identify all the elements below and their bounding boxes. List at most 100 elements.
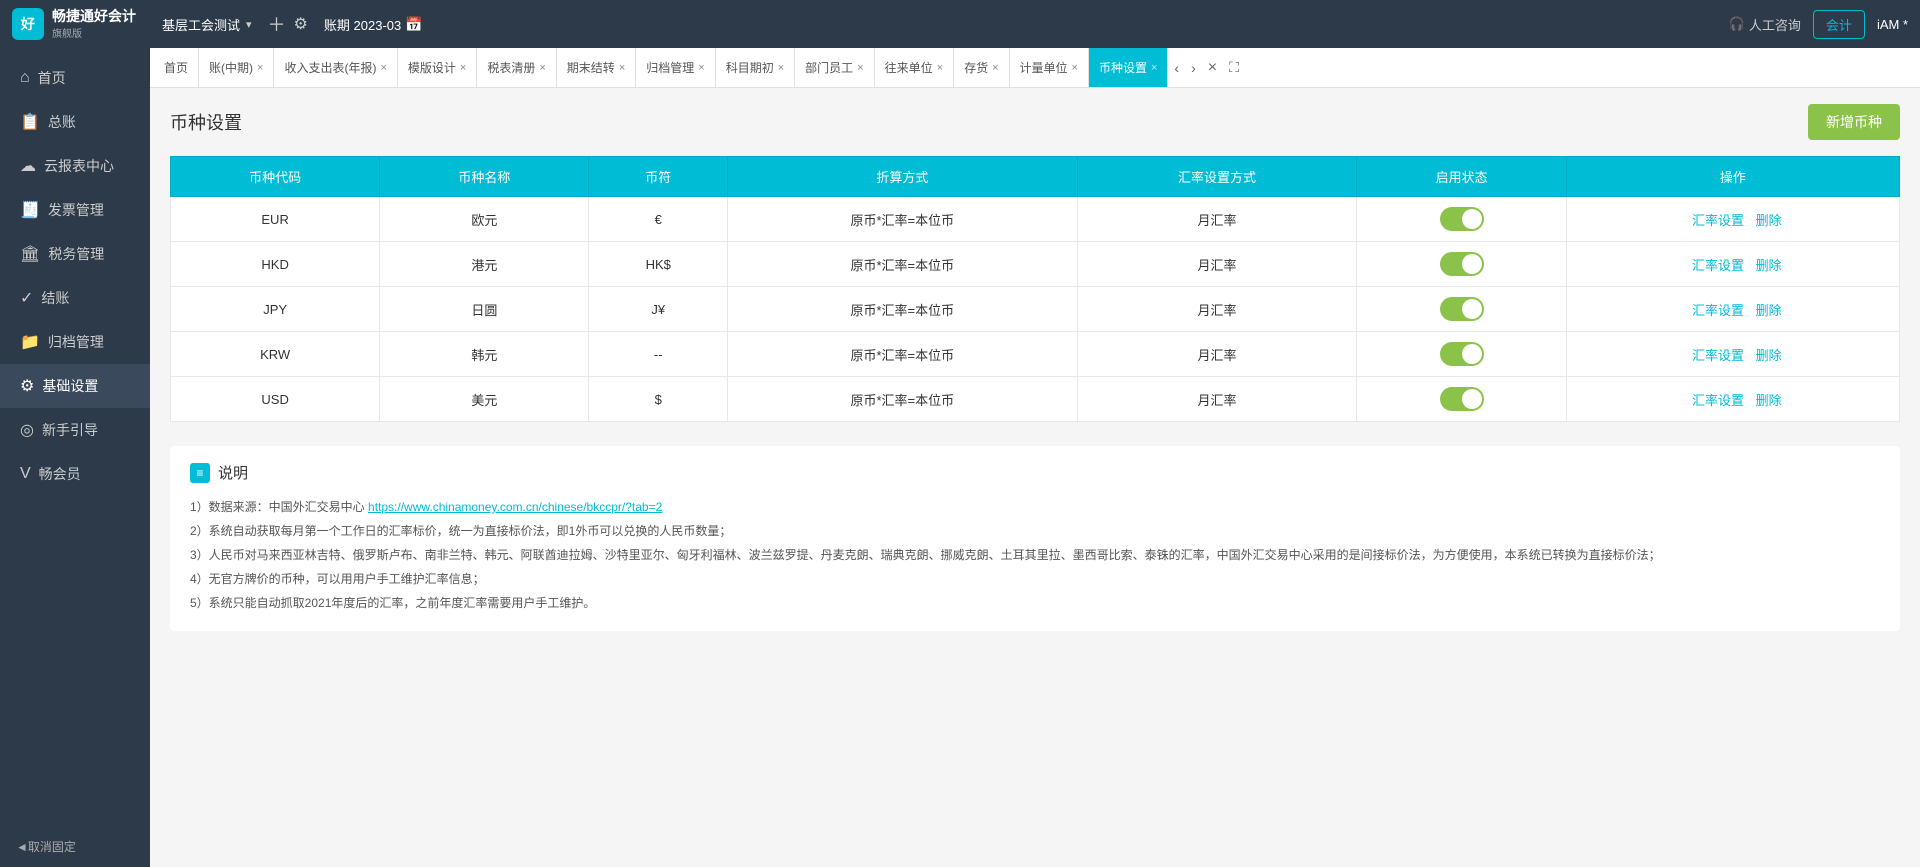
tab-currency[interactable]: 币种设置 ×	[1089, 48, 1168, 87]
tab-dept-close[interactable]: ×	[857, 62, 863, 74]
tab-taxclear-close[interactable]: ×	[539, 62, 545, 74]
toggle-switch-KRW[interactable]	[1440, 342, 1484, 366]
main-layout: ⌂ 首页 📋 总账 ☁ 云报表中心 🧾 发票管理 🏛 税务管理 ✓ 结账 📁 归…	[0, 48, 1920, 867]
cell-rate-type: 月汇率	[1077, 377, 1357, 422]
tab-archive[interactable]: 归档管理 ×	[636, 48, 715, 87]
tab-taxclear-label: 税表清册	[487, 59, 535, 76]
member-icon: V	[20, 465, 31, 483]
cell-name: 港元	[380, 242, 589, 287]
tab-customers-close[interactable]: ×	[937, 62, 943, 74]
tab-next-btn[interactable]: ›	[1185, 48, 1202, 87]
chinamoney-link[interactable]: https://www.chinamoney.com.cn/chinese/bk…	[368, 500, 662, 514]
sidebar-item-member[interactable]: V 畅会员	[0, 452, 150, 496]
tab-expand-btn[interactable]: ⛶	[1223, 48, 1245, 87]
cell-code: JPY	[171, 287, 380, 332]
rate-setting-link-HKD[interactable]: 汇率设置	[1692, 258, 1744, 273]
cell-rate-type: 月汇率	[1077, 242, 1357, 287]
table-row: JPY 日圆 J¥ 原币*汇率=本位币 月汇率 汇率设置 删除	[171, 287, 1900, 332]
cell-status	[1357, 197, 1566, 242]
tab-income-close[interactable]: ×	[380, 62, 386, 74]
toggle-switch-EUR[interactable]	[1440, 207, 1484, 231]
tab-currency-close[interactable]: ×	[1151, 62, 1157, 74]
rate-setting-link-JPY[interactable]: 汇率设置	[1692, 303, 1744, 318]
sidebar-item-ledger[interactable]: 📋 总账	[0, 100, 150, 144]
dropdown-icon[interactable]: ▾	[246, 18, 252, 31]
cell-symbol: --	[589, 332, 728, 377]
tab-inventory-label: 存货	[964, 59, 988, 76]
sidebar-pin-toggle[interactable]: ◄取消固定	[0, 826, 150, 867]
tab-inventory-close[interactable]: ×	[992, 62, 998, 74]
delete-link-KRW[interactable]: 删除	[1756, 348, 1782, 363]
cell-name: 欧元	[380, 197, 589, 242]
tab-template[interactable]: 模版设计 ×	[398, 48, 477, 87]
notes-item: 1）数据来源：中国外汇交易中心 https://www.chinamoney.c…	[190, 495, 1880, 519]
toggle-switch-JPY[interactable]	[1440, 297, 1484, 321]
delete-link-USD[interactable]: 删除	[1756, 393, 1782, 408]
cell-status	[1357, 242, 1566, 287]
tab-unit-close[interactable]: ×	[1072, 62, 1078, 74]
tab-home[interactable]: 首页	[154, 48, 199, 87]
delete-link-JPY[interactable]: 删除	[1756, 303, 1782, 318]
tab-period[interactable]: 账(中期) ×	[199, 48, 274, 87]
tab-period-close-x[interactable]: ×	[619, 62, 625, 74]
tab-income[interactable]: 收入支出表(年报) ×	[274, 48, 397, 87]
tab-bar: 首页 账(中期) × 收入支出表(年报) × 模版设计 × 税表清册 × 期末结…	[150, 48, 1920, 88]
tab-taxclear[interactable]: 税表清册 ×	[477, 48, 556, 87]
sidebar-item-invoice[interactable]: 🧾 发票管理	[0, 188, 150, 232]
notes-item: 5）系统只能自动抓取2021年度后的汇率，之前年度汇率需要用户手工维护。	[190, 591, 1880, 615]
sidebar-item-tax[interactable]: 🏛 税务管理	[0, 232, 150, 276]
cell-symbol: HK$	[589, 242, 728, 287]
tab-close-all-btn[interactable]: ×	[1202, 48, 1223, 87]
sidebar-item-home[interactable]: ⌂ 首页	[0, 56, 150, 100]
sidebar-item-reports[interactable]: ☁ 云报表中心	[0, 144, 150, 188]
sidebar-label-reports: 云报表中心	[44, 156, 114, 176]
tax-icon: 🏛	[20, 244, 40, 264]
tab-customers[interactable]: 往来单位 ×	[875, 48, 954, 87]
notes-item: 3）人民币对马来西亚林吉特、俄罗斯卢布、南非兰特、韩元、阿联酋迪拉姆、沙特里亚尔…	[190, 543, 1880, 567]
header-actions: ＋ ⚙	[268, 11, 308, 37]
notes-item: 4）无官方牌价的币种，可以用用户手工维护汇率信息；	[190, 567, 1880, 591]
tab-period-close[interactable]: 期末结转 ×	[557, 48, 636, 87]
cell-code: USD	[171, 377, 380, 422]
rate-setting-link-EUR[interactable]: 汇率设置	[1692, 213, 1744, 228]
sidebar-label-settings: 基础设置	[42, 376, 98, 396]
sidebar-label-member: 畅会员	[39, 464, 81, 484]
tab-inventory[interactable]: 存货 ×	[954, 48, 1009, 87]
cell-name: 日圆	[380, 287, 589, 332]
user-info: iAM *	[1877, 17, 1908, 32]
sidebar-item-settings[interactable]: ⚙ 基础设置	[0, 364, 150, 408]
tab-dept[interactable]: 部门员工 ×	[795, 48, 874, 87]
col-name: 币种名称	[380, 157, 589, 197]
page-title: 币种设置	[170, 109, 242, 135]
add-icon[interactable]: ＋	[268, 11, 286, 37]
sidebar-label-closing: 结账	[41, 288, 69, 308]
tab-archive-close[interactable]: ×	[698, 62, 704, 74]
tab-subject-close[interactable]: ×	[778, 62, 784, 74]
toggle-switch-HKD[interactable]	[1440, 252, 1484, 276]
settings-icon[interactable]: ⚙	[294, 14, 308, 34]
account-button[interactable]: 会计	[1813, 10, 1865, 39]
rate-setting-link-KRW[interactable]: 汇率设置	[1692, 348, 1744, 363]
delete-link-HKD[interactable]: 删除	[1756, 258, 1782, 273]
tab-currency-label: 币种设置	[1099, 59, 1147, 76]
tab-home-label: 首页	[164, 59, 188, 76]
tab-period-close[interactable]: ×	[257, 62, 263, 74]
top-header: 好 畅捷通好会计 旗舰版 基层工会测试 ▾ ＋ ⚙ 账期 2023-03 📅 🎧…	[0, 0, 1920, 48]
calendar-icon[interactable]: 📅	[405, 16, 422, 33]
sidebar-item-closing[interactable]: ✓ 结账	[0, 276, 150, 320]
delete-link-EUR[interactable]: 删除	[1756, 213, 1782, 228]
logo-sub: 旗舰版	[52, 25, 136, 40]
sidebar-item-guide[interactable]: ◎ 新手引导	[0, 408, 150, 452]
tab-subject[interactable]: 科目期初 ×	[716, 48, 795, 87]
tab-unit[interactable]: 计量单位 ×	[1010, 48, 1089, 87]
sidebar-item-archive[interactable]: 📁 归档管理	[0, 320, 150, 364]
cell-actions: 汇率设置 删除	[1566, 242, 1899, 287]
new-currency-button[interactable]: 新增币种	[1808, 104, 1900, 140]
support-button[interactable]: 🎧 人工咨询	[1729, 15, 1801, 34]
toggle-switch-USD[interactable]	[1440, 387, 1484, 411]
col-status: 启用状态	[1357, 157, 1566, 197]
cell-code: EUR	[171, 197, 380, 242]
tab-prev-btn[interactable]: ‹	[1168, 48, 1185, 87]
rate-setting-link-USD[interactable]: 汇率设置	[1692, 393, 1744, 408]
tab-template-close[interactable]: ×	[460, 62, 466, 74]
